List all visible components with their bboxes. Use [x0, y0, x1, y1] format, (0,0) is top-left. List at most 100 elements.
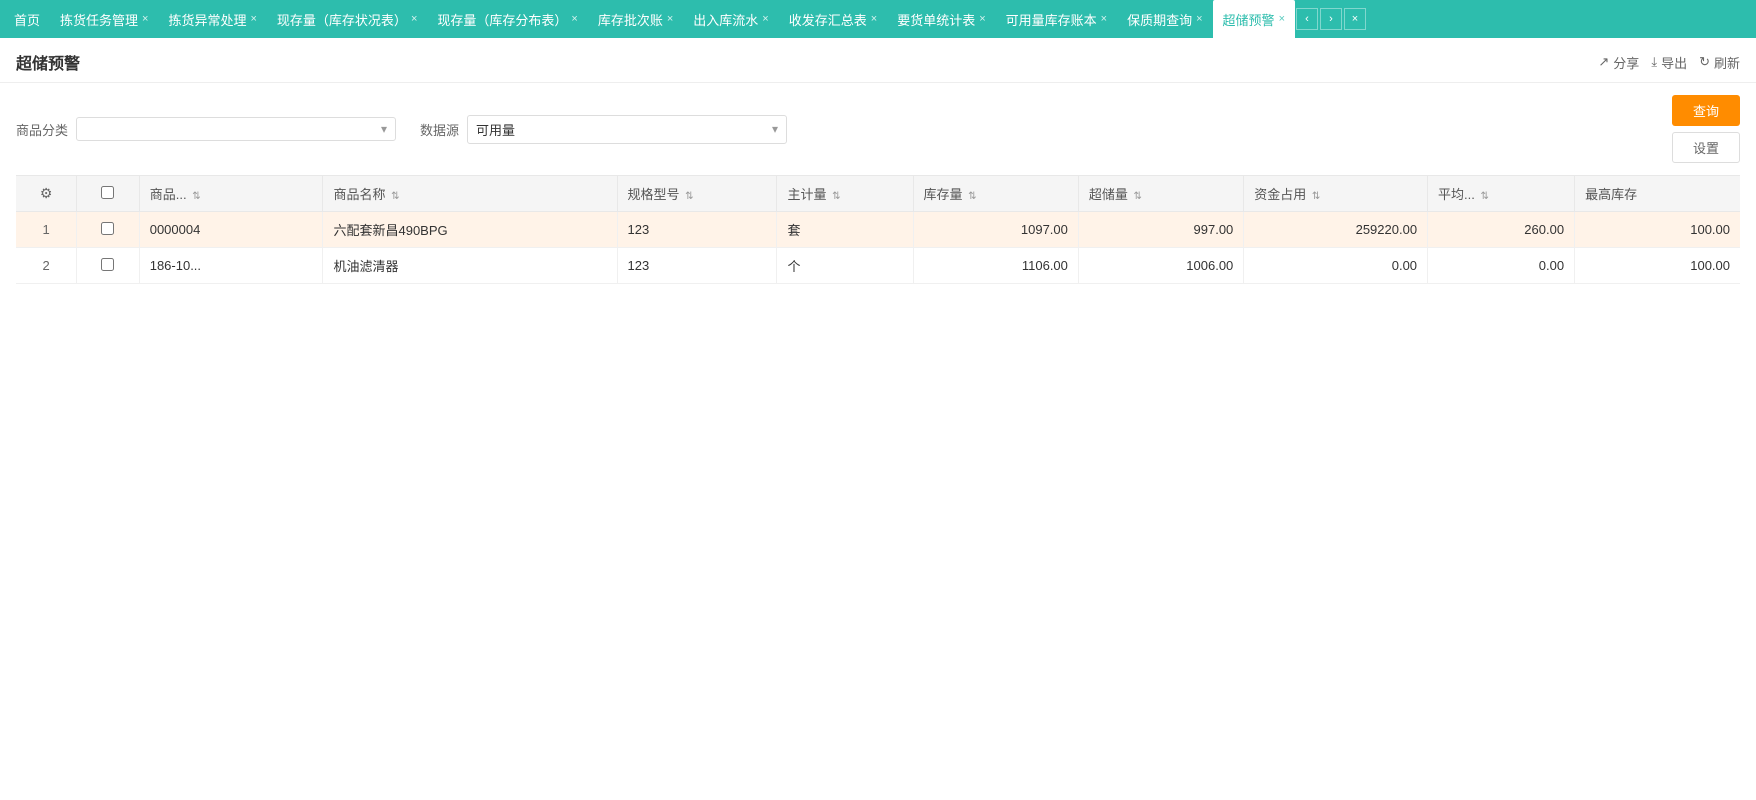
- cell-maxstock: 100.00: [1575, 248, 1740, 284]
- cell-capital: 259220.00: [1244, 212, 1428, 248]
- nav-item-order-stat[interactable]: 要货单统计表 ×: [887, 0, 995, 38]
- cell-code: 186-10...: [139, 248, 323, 284]
- nav-item-quality[interactable]: 保质期查询 ×: [1117, 0, 1212, 38]
- nav-item-batch[interactable]: 库存批次账 ×: [588, 0, 683, 38]
- row-checkbox[interactable]: [101, 258, 114, 271]
- cell-over: 997.00: [1078, 212, 1243, 248]
- sort-icon: ⇅: [1134, 191, 1142, 202]
- row-checkbox-cell: [77, 248, 139, 284]
- close-icon[interactable]: ×: [979, 13, 985, 25]
- share-button[interactable]: ↗ 分享: [1598, 53, 1639, 72]
- sort-icon: ⇅: [1312, 191, 1320, 202]
- row-checkbox-cell: [77, 212, 139, 248]
- cell-spec: 123: [617, 212, 777, 248]
- th-gear[interactable]: ⚙: [16, 176, 77, 212]
- sort-icon: ⇅: [1481, 191, 1489, 202]
- sort-icon: ⇅: [832, 191, 840, 202]
- table-header-row: ⚙ 商品... ⇅ 商品名称 ⇅ 规格型号 ⇅: [16, 176, 1740, 212]
- category-filter: 商品分类 ▾: [16, 117, 396, 141]
- gear-icon[interactable]: ⚙: [40, 185, 53, 201]
- close-icon[interactable]: ×: [1101, 13, 1107, 25]
- nav-item-inout[interactable]: 出入库流水 ×: [683, 0, 778, 38]
- th-unit[interactable]: 主计量 ⇅: [777, 176, 913, 212]
- export-icon: ⤓: [1651, 54, 1657, 70]
- th-capital[interactable]: 资金占用 ⇅: [1244, 176, 1428, 212]
- sort-icon: ⇅: [192, 191, 200, 202]
- close-icon[interactable]: ×: [1279, 13, 1285, 25]
- cell-unit: 个: [777, 248, 913, 284]
- row-number: 2: [16, 248, 77, 284]
- close-icon[interactable]: ×: [871, 13, 877, 25]
- nav-bar: 首页 拣货任务管理 × 拣货异常处理 × 现存量（库存状况表） × 现存量（库存…: [0, 0, 1756, 38]
- cell-name: 六配套新昌490BPG: [323, 212, 617, 248]
- chevron-down-icon: ▾: [381, 122, 387, 136]
- page-content: 超储预警 ↗ 分享 ⤓ 导出 ↻ 刷新 商品分类 ▾ 数据源: [0, 38, 1756, 800]
- table-container: ⚙ 商品... ⇅ 商品名称 ⇅ 规格型号 ⇅: [0, 175, 1756, 284]
- select-all-checkbox[interactable]: [101, 186, 114, 199]
- nav-item-stock-status[interactable]: 现存量（库存状况表） ×: [267, 0, 427, 38]
- page-title: 超储预警: [16, 50, 80, 74]
- cell-spec: 123: [617, 248, 777, 284]
- share-icon: ↗: [1598, 54, 1609, 70]
- nav-next-button[interactable]: ›: [1320, 8, 1342, 30]
- row-checkbox[interactable]: [101, 222, 114, 235]
- set-button[interactable]: 设置: [1672, 132, 1740, 163]
- cell-unit: 套: [777, 212, 913, 248]
- cell-maxstock: 100.00: [1575, 212, 1740, 248]
- refresh-button[interactable]: ↻ 刷新: [1699, 53, 1740, 72]
- close-icon[interactable]: ×: [571, 13, 577, 25]
- nav-prev-button[interactable]: ‹: [1296, 8, 1318, 30]
- nav-item-home[interactable]: 首页: [4, 0, 50, 38]
- sort-icon: ⇅: [391, 191, 399, 202]
- action-buttons: 查询 设置: [1672, 95, 1740, 163]
- th-maxstock: 最高库存: [1575, 176, 1740, 212]
- page-header: 超储预警 ↗ 分享 ⤓ 导出 ↻ 刷新: [0, 38, 1756, 83]
- cell-name: 机油滤清器: [323, 248, 617, 284]
- table-row: 1 0000004 六配套新昌490BPG 123 套 1097.00 997.…: [16, 212, 1740, 248]
- close-icon[interactable]: ×: [762, 13, 768, 25]
- row-number: 1: [16, 212, 77, 248]
- close-icon[interactable]: ×: [1196, 13, 1202, 25]
- datasource-select[interactable]: 可用量 ▾: [467, 115, 787, 144]
- th-avg[interactable]: 平均... ⇅: [1428, 176, 1575, 212]
- datasource-filter: 数据源 可用量 ▾: [420, 115, 787, 144]
- cell-avg: 0.00: [1428, 248, 1575, 284]
- nav-item-available[interactable]: 可用量库存账本 ×: [996, 0, 1117, 38]
- cell-stock: 1097.00: [913, 212, 1078, 248]
- th-stock[interactable]: 库存量 ⇅: [913, 176, 1078, 212]
- query-button[interactable]: 查询: [1672, 95, 1740, 126]
- close-icon[interactable]: ×: [142, 13, 148, 25]
- nav-item-summary[interactable]: 收发存汇总表 ×: [779, 0, 887, 38]
- th-name[interactable]: 商品名称 ⇅: [323, 176, 617, 212]
- close-icon[interactable]: ×: [250, 13, 256, 25]
- nav-item-task[interactable]: 拣货任务管理 ×: [50, 0, 158, 38]
- header-actions: ↗ 分享 ⤓ 导出 ↻ 刷新: [1598, 53, 1740, 72]
- refresh-icon: ↻: [1699, 54, 1710, 70]
- table-body: 1 0000004 六配套新昌490BPG 123 套 1097.00 997.…: [16, 212, 1740, 284]
- close-icon[interactable]: ×: [667, 13, 673, 25]
- filter-area: 商品分类 ▾ 数据源 可用量 ▾ 查询 设置: [0, 83, 1756, 175]
- nav-item-stock-dist[interactable]: 现存量（库存分布表） ×: [427, 0, 587, 38]
- nav-item-exception[interactable]: 拣货异常处理 ×: [158, 0, 266, 38]
- table-row: 2 186-10... 机油滤清器 123 个 1106.00 1006.00 …: [16, 248, 1740, 284]
- cell-capital: 0.00: [1244, 248, 1428, 284]
- th-code[interactable]: 商品... ⇅: [139, 176, 323, 212]
- cell-code: 0000004: [139, 212, 323, 248]
- export-button[interactable]: ⤓ 导出: [1651, 53, 1687, 72]
- th-spec[interactable]: 规格型号 ⇅: [617, 176, 777, 212]
- sort-icon: ⇅: [685, 191, 693, 202]
- cell-stock: 1106.00: [913, 248, 1078, 284]
- th-checkbox: [77, 176, 139, 212]
- datasource-value: 可用量: [476, 120, 515, 139]
- chevron-down-icon: ▾: [772, 122, 778, 136]
- cell-avg: 260.00: [1428, 212, 1575, 248]
- nav-item-overstock[interactable]: 超储预警 ×: [1213, 0, 1295, 38]
- nav-close-all-button[interactable]: ×: [1344, 8, 1366, 30]
- close-icon[interactable]: ×: [411, 13, 417, 25]
- sort-icon: ⇅: [968, 191, 976, 202]
- cell-over: 1006.00: [1078, 248, 1243, 284]
- datasource-label: 数据源: [420, 120, 459, 139]
- data-table: ⚙ 商品... ⇅ 商品名称 ⇅ 规格型号 ⇅: [16, 175, 1740, 284]
- category-select[interactable]: ▾: [76, 117, 396, 141]
- th-over[interactable]: 超储量 ⇅: [1078, 176, 1243, 212]
